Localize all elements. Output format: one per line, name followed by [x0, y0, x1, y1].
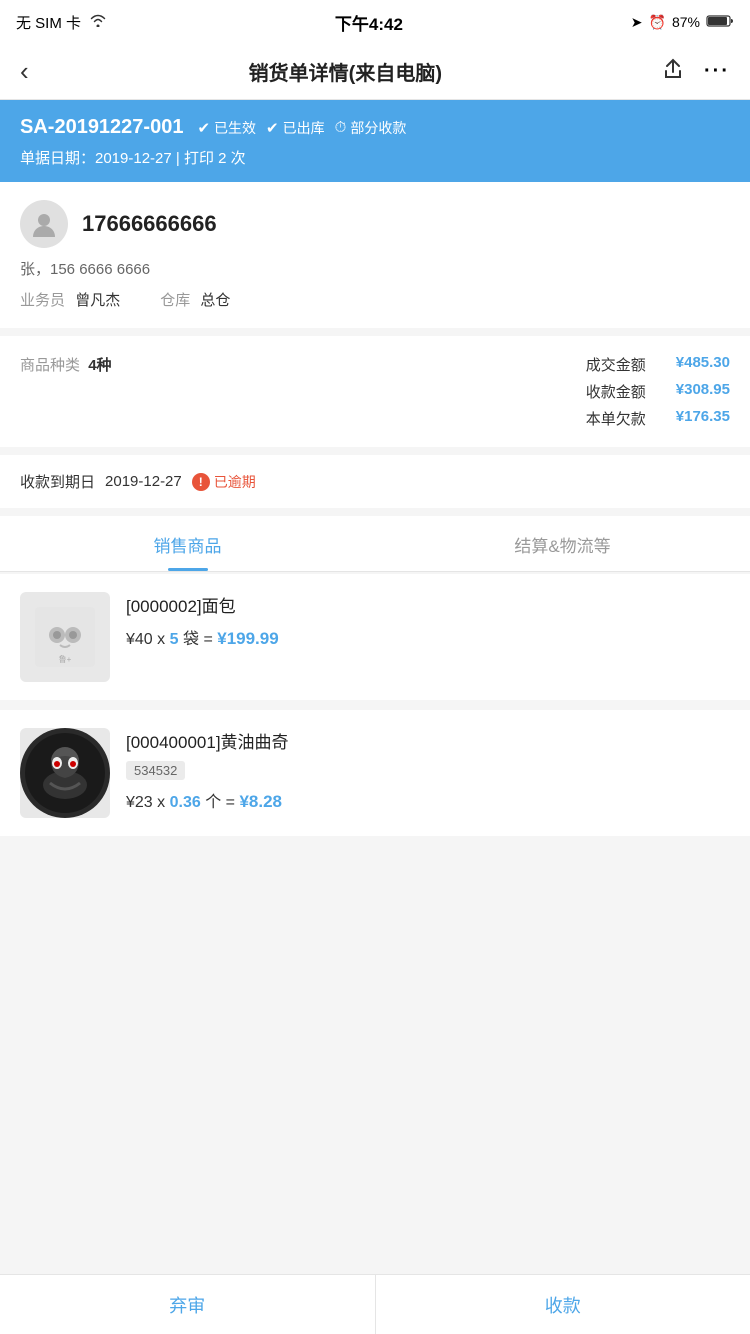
- overdue-icon: !: [192, 473, 210, 491]
- sim-status: 无 SIM 卡: [16, 12, 81, 33]
- tabs-section: 销售商品 结算&物流等: [0, 516, 750, 572]
- nav-bar: ‹ 销货单详情(来自电脑) ···: [0, 44, 750, 100]
- status-bar: 无 SIM 卡 下午4:42 ➤ ⏰ 87%: [0, 0, 750, 44]
- product-price-2: ¥23 x 0.36 个 = ¥8.28: [126, 788, 730, 812]
- status-badges: ✔ 已生效 ✔ 已出库 ⏱ 部分收款: [197, 118, 406, 138]
- back-button[interactable]: ‹: [20, 56, 29, 87]
- product-qty-2: 0.36: [170, 794, 201, 811]
- product-sku-2: 534532: [126, 761, 185, 780]
- product-thumbnail-1: 鲁+: [20, 592, 110, 682]
- overdue-badge: ! 已逾期: [192, 472, 256, 492]
- status-left: 无 SIM 卡: [16, 12, 107, 33]
- stats-right: 成交金额 ¥485.30 收款金额 ¥308.95 本单欠款 ¥176.35: [586, 354, 730, 429]
- svg-text:鲁+: 鲁+: [59, 654, 72, 664]
- battery-level: 87%: [672, 14, 700, 30]
- product-name-1: [0000002]面包: [126, 592, 730, 617]
- debt-value: ¥176.35: [676, 408, 730, 429]
- more-icon[interactable]: ···: [704, 60, 730, 83]
- transaction-row: 成交金额 ¥485.30: [586, 354, 730, 375]
- nav-actions: ···: [662, 58, 730, 86]
- check-icon-2: ✔: [266, 119, 279, 137]
- sales-detail: 业务员 曾凡杰: [20, 289, 120, 310]
- abandon-review-button[interactable]: 弃审: [0, 1275, 376, 1334]
- transaction-value: ¥485.30: [676, 354, 730, 375]
- sales-name: 曾凡杰: [75, 292, 120, 309]
- due-label: 收款到期日: [20, 471, 95, 492]
- product-total-1: ¥199.99: [217, 629, 278, 648]
- product-list: 鲁+ [0000002]面包 ¥40 x 5 袋 = ¥199.99: [0, 574, 750, 916]
- received-value: ¥308.95: [676, 381, 730, 402]
- product-total-2: ¥8.28: [239, 792, 282, 811]
- product-item-2: [000400001]黄油曲奇 534532 ¥23 x 0.36 个 = ¥8…: [0, 710, 750, 836]
- order-number: SA-20191227-001: [20, 116, 183, 139]
- warehouse-name: 总仓: [200, 292, 230, 309]
- status-badge-partial: ⏱ 部分收款: [335, 118, 407, 138]
- status-time: 下午4:42: [335, 10, 403, 35]
- product-qty-1: 5: [170, 631, 179, 648]
- status-badge-effective: ✔ 已生效: [197, 118, 256, 138]
- location-icon: ➤: [631, 14, 643, 31]
- product-price-1: ¥40 x 5 袋 = ¥199.99: [126, 625, 730, 649]
- warehouse-detail: 仓库 总仓: [160, 289, 230, 310]
- customer-contact: 张，156 6666 6666: [20, 258, 730, 279]
- product-item: 鲁+ [0000002]面包 ¥40 x 5 袋 = ¥199.99: [0, 574, 750, 700]
- customer-details: 业务员 曾凡杰 仓库 总仓: [20, 289, 730, 310]
- due-date: 2019-12-27: [105, 473, 182, 490]
- customer-avatar: [20, 200, 68, 248]
- debt-row: 本单欠款 ¥176.35: [586, 408, 730, 429]
- check-icon-1: ✔: [197, 119, 210, 137]
- product-name-2: [000400001]黄油曲奇: [126, 728, 730, 753]
- order-header: SA-20191227-001 ✔ 已生效 ✔ 已出库 ⏱ 部分收款 单据日期：…: [0, 100, 750, 182]
- alarm-icon: ⏰: [649, 14, 666, 31]
- status-badge-shipped: ✔ 已出库: [266, 118, 325, 138]
- stats-left: 商品种类 4种: [20, 354, 112, 429]
- wifi-icon: [89, 13, 107, 31]
- received-row: 收款金额 ¥308.95: [586, 381, 730, 402]
- due-section: 收款到期日 2019-12-27 ! 已逾期: [0, 455, 750, 508]
- order-meta: 单据日期：2019-12-27 | 打印 2 次: [20, 147, 730, 168]
- clock-icon: ⏱: [335, 119, 347, 136]
- product-type-count: 4种: [88, 357, 111, 374]
- stats-section: 商品种类 4种 成交金额 ¥485.30 收款金额 ¥308.95 本单欠款 ¥…: [0, 336, 750, 447]
- bottom-bar: 弃审 收款: [0, 1274, 750, 1334]
- status-right: ➤ ⏰ 87%: [631, 14, 734, 31]
- collect-payment-button[interactable]: 收款: [376, 1275, 750, 1334]
- product-info-1: [0000002]面包 ¥40 x 5 袋 = ¥199.99: [126, 592, 730, 649]
- customer-id: 17666666666: [82, 211, 217, 237]
- received-label: 收款金额: [586, 381, 646, 402]
- page-title: 销货单详情(来自电脑): [249, 57, 442, 86]
- product-info-2: [000400001]黄油曲奇 534532 ¥23 x 0.36 个 = ¥8…: [126, 728, 730, 812]
- tab-settlement[interactable]: 结算&物流等: [375, 516, 750, 571]
- customer-section: 17666666666 张，156 6666 6666 业务员 曾凡杰 仓库 总…: [0, 182, 750, 328]
- product-thumbnail-2: [20, 728, 110, 818]
- battery-icon: [706, 14, 734, 31]
- overdue-text: 已逾期: [214, 472, 256, 492]
- tabs-row: 销售商品 结算&物流等: [0, 516, 750, 572]
- transaction-label: 成交金额: [586, 354, 646, 375]
- share-icon[interactable]: [662, 58, 684, 86]
- tab-sales-products[interactable]: 销售商品: [0, 516, 375, 571]
- debt-label: 本单欠款: [586, 408, 646, 429]
